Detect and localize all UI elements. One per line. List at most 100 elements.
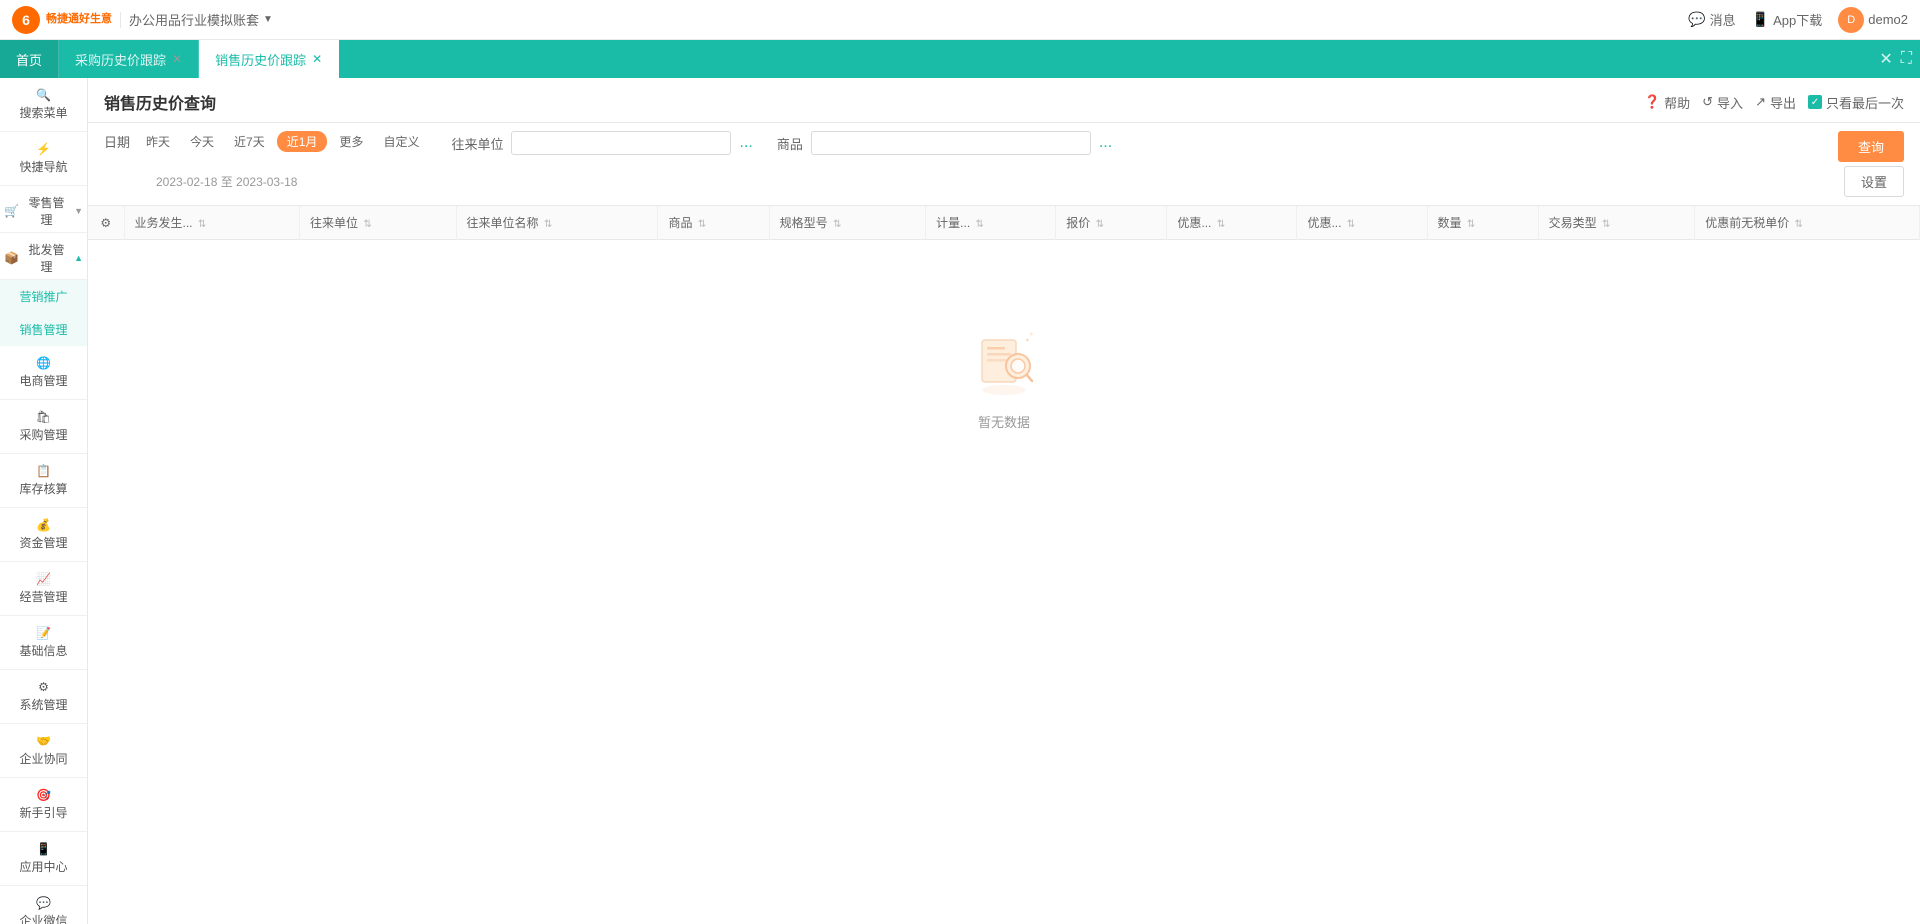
retail-icon: 🛒 — [4, 204, 19, 218]
sidebar-item-sales-mgmt[interactable]: 销售管理 — [0, 313, 87, 346]
settings-button[interactable]: 设置 — [1844, 166, 1904, 197]
sidebar-item-purchase[interactable]: 🛍 采购管理 — [0, 400, 87, 454]
date-tab-1month[interactable]: 近1月 — [277, 131, 328, 152]
chevron-up-icon-wholesale: ▲ — [74, 253, 83, 263]
product-dots-btn[interactable]: ... — [1099, 134, 1112, 152]
home-tab-label: 首页 — [16, 50, 42, 69]
sidebar-item-app-center[interactable]: 📱 应用中心 — [0, 832, 87, 886]
sort-icon-trade-type: ⇅ — [1602, 219, 1610, 230]
close-all-tabs-btn[interactable]: ✕ — [1879, 49, 1892, 69]
sidebar-label-search: 搜索菜单 — [19, 104, 67, 121]
sort-icon-discount1: ⇅ — [1217, 219, 1225, 230]
product-input[interactable] — [811, 131, 1091, 155]
sidebar: 🔍 搜索菜单 ⚡ 快捷导航 🛒 零售管理 ▼ 📦 批发管理 ▲ 营销推广 销售管… — [0, 78, 88, 924]
sort-icon-pre-tax: ⇅ — [1795, 219, 1803, 230]
tab-purchase-history[interactable]: 采购历史价跟踪 ✕ — [59, 40, 199, 78]
date-tab-today[interactable]: 今天 — [182, 131, 222, 152]
message-icon: 💬 — [1688, 11, 1705, 28]
table-header-unit[interactable]: 计量... ⇅ — [926, 206, 1056, 240]
sales-history-tab-label: 销售历史价跟踪 — [215, 50, 306, 69]
download-label: App下载 — [1773, 10, 1822, 29]
sidebar-item-ecommerce[interactable]: 🌐 电商管理 — [0, 346, 87, 400]
sidebar-item-inventory[interactable]: 📋 库存核算 — [0, 454, 87, 508]
sort-icon-quote: ⇅ — [1096, 219, 1104, 230]
logo-area: 6 畅捷通好生意 — [12, 6, 112, 34]
table-header-discount1[interactable]: 优惠... ⇅ — [1167, 206, 1297, 240]
table-header-unit-code[interactable]: 往来单位 ⇅ — [299, 206, 456, 240]
export-label: 导出 — [1770, 93, 1796, 112]
maximize-btn[interactable]: ⛶ — [1901, 50, 1912, 68]
message-label: 消息 — [1710, 10, 1736, 29]
col-label-discount2: 优惠... — [1307, 216, 1341, 230]
main-layout: 🔍 搜索菜单 ⚡ 快捷导航 🛒 零售管理 ▼ 📦 批发管理 ▲ 营销推广 销售管… — [0, 78, 1920, 924]
help-btn[interactable]: ❓ 帮助 — [1644, 93, 1690, 112]
help-label: 帮助 — [1664, 93, 1690, 112]
chevron-down-icon-retail: ▼ — [74, 206, 83, 216]
table-header-quote[interactable]: 报价 ⇅ — [1056, 206, 1167, 240]
date-tab-7days[interactable]: 近7天 — [226, 131, 273, 152]
user-area[interactable]: D demo2 — [1838, 7, 1908, 33]
data-table: ⚙ 业务发生... ⇅ 往来单位 ⇅ 往来单位名称 — [88, 206, 1920, 240]
sidebar-item-retail[interactable]: 🛒 零售管理 ▼ — [0, 186, 87, 233]
from-unit-input[interactable] — [511, 131, 731, 155]
logo-initial: 6 — [22, 12, 30, 28]
sort-icon-unit-code: ⇅ — [363, 219, 371, 230]
from-unit-label: 往来单位 — [451, 134, 503, 153]
system-icon: ⚙ — [38, 680, 49, 694]
col-label-discount1: 优惠... — [1177, 216, 1211, 230]
sidebar-item-enterprise-wechat[interactable]: 💬 企业微信 — [0, 886, 87, 924]
search-icon: 🔍 — [36, 88, 51, 102]
sidebar-label-purchase: 采购管理 — [19, 426, 67, 443]
top-bar-left: 6 畅捷通好生意 办公用品行业模拟账套 ▼ — [12, 6, 273, 34]
sidebar-label-ecommerce: 电商管理 — [19, 372, 67, 389]
col-label-trade-type: 交易类型 — [1549, 216, 1597, 230]
table-header-spec[interactable]: 规格型号 ⇅ — [769, 206, 926, 240]
sidebar-item-quick-nav[interactable]: ⚡ 快捷导航 — [0, 132, 87, 186]
date-tab-custom[interactable]: 自定义 — [375, 131, 427, 152]
sidebar-item-finance[interactable]: 💰 资金管理 — [0, 508, 87, 562]
message-btn[interactable]: 💬 消息 — [1688, 10, 1735, 29]
quick-nav-icon: ⚡ — [36, 142, 51, 156]
table-header-pre-tax[interactable]: 优惠前无税单价 ⇅ — [1695, 206, 1920, 240]
table-header-settings[interactable]: ⚙ — [88, 206, 124, 240]
date-range-text: 2023-02-18 至 2023-03-18 — [156, 173, 297, 190]
sidebar-item-wholesale[interactable]: 📦 批发管理 ▲ — [0, 233, 87, 280]
ecommerce-icon: 🌐 — [36, 356, 51, 370]
only-last-checkbox[interactable]: 只看最后一次 — [1808, 93, 1904, 112]
sidebar-item-marketing[interactable]: 营销推广 — [0, 280, 87, 313]
tab-home[interactable]: 首页 — [0, 40, 59, 78]
col-label-quote: 报价 — [1066, 216, 1090, 230]
sidebar-label-wholesale: 批发管理 — [23, 241, 70, 275]
table-header-business-date[interactable]: 业务发生... ⇅ — [124, 206, 299, 240]
export-btn[interactable]: ↗ 导出 — [1755, 93, 1796, 112]
purchase-history-tab-close[interactable]: ✕ — [172, 52, 182, 66]
table-header-discount2[interactable]: 优惠... ⇅ — [1297, 206, 1427, 240]
sort-icon-spec: ⇅ — [833, 219, 841, 230]
sidebar-item-newbie[interactable]: 🎯 新手引导 — [0, 778, 87, 832]
from-unit-dots-btn[interactable]: ... — [739, 134, 752, 152]
query-button[interactable]: 查询 — [1838, 131, 1904, 162]
sidebar-item-operations[interactable]: 📈 经营管理 — [0, 562, 87, 616]
date-tab-more[interactable]: 更多 — [331, 131, 371, 152]
top-bar-right: 💬 消息 📱 App下载 D demo2 — [1688, 7, 1908, 33]
table-header-product[interactable]: 商品 ⇅ — [658, 206, 769, 240]
tab-sales-history[interactable]: 销售历史价跟踪 ✕ — [199, 40, 339, 78]
sidebar-item-basic-info[interactable]: 📝 基础信息 — [0, 616, 87, 670]
basic-info-icon: 📝 — [36, 626, 51, 640]
newbie-icon: 🎯 — [36, 788, 51, 802]
table-header-unit-name[interactable]: 往来单位名称 ⇅ — [456, 206, 658, 240]
table-header-trade-type[interactable]: 交易类型 ⇅ — [1538, 206, 1695, 240]
import-btn[interactable]: ↺ 导入 — [1702, 93, 1743, 112]
download-btn[interactable]: 📱 App下载 — [1752, 10, 1823, 29]
sales-history-tab-close[interactable]: ✕ — [312, 52, 322, 66]
sidebar-label-quick-nav: 快捷导航 — [19, 158, 67, 175]
sidebar-item-search[interactable]: 🔍 搜索菜单 — [0, 78, 87, 132]
finance-icon: 💰 — [36, 518, 51, 532]
sidebar-item-enterprise[interactable]: 🤝 企业协同 — [0, 724, 87, 778]
page-content: 销售历史价查询 ❓ 帮助 ↺ 导入 ↗ 导出 — [88, 78, 1920, 924]
sidebar-item-system[interactable]: ⚙ 系统管理 — [0, 670, 87, 724]
app-selector[interactable]: 办公用品行业模拟账套 ▼ — [129, 10, 273, 29]
table-header-quantity[interactable]: 数量 ⇅ — [1427, 206, 1538, 240]
username-label: demo2 — [1868, 12, 1908, 27]
date-tab-yesterday[interactable]: 昨天 — [138, 131, 178, 152]
